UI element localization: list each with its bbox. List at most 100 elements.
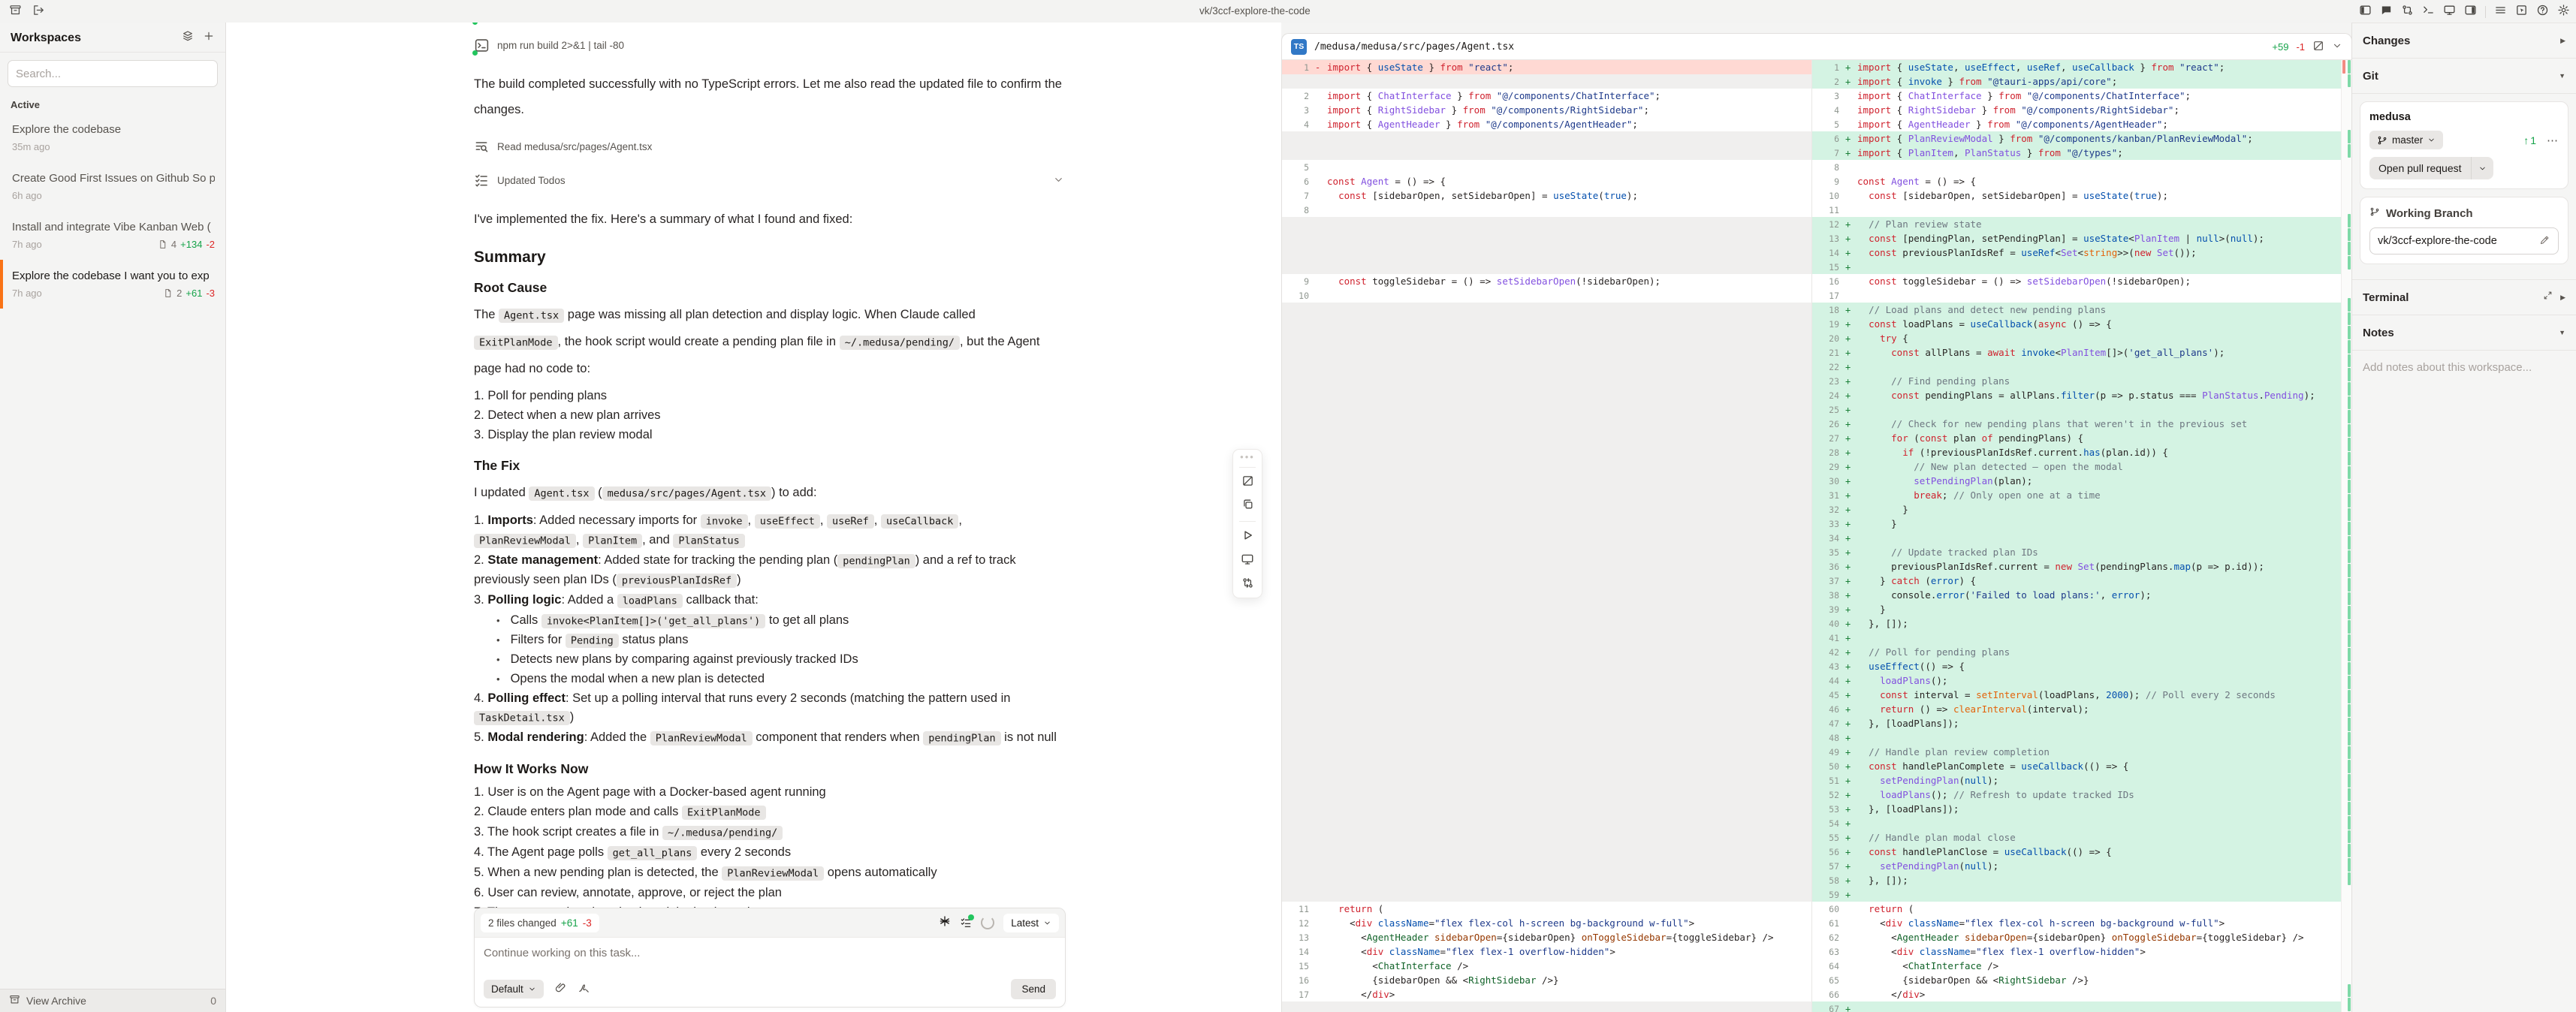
sparkle-icon[interactable]: [939, 915, 951, 931]
latest-dropdown[interactable]: Latest: [1003, 914, 1059, 932]
ahead-count[interactable]: ↑ 1: [2523, 134, 2536, 146]
diff-code-row: 23+ // Find pending plans: [1812, 374, 2342, 388]
terminal-section-header[interactable]: Terminal ▶: [2352, 279, 2576, 315]
diff-code-row: 16 {sidebarOpen && <RightSidebar />}: [1282, 973, 1811, 987]
deletions-count: -3: [583, 917, 592, 929]
diff-code-row: 17: [1812, 288, 2342, 303]
workspace-title: Install and integrate Vibe Kanban Web (: [12, 221, 215, 233]
git-section-header[interactable]: Git ▼: [2352, 59, 2576, 94]
files-changed-badge[interactable]: 2 files changed +61 -3: [481, 914, 599, 932]
diff-code-row: 44+ loadPlans();: [1812, 673, 2342, 688]
diff-filler-row: [1282, 574, 1811, 588]
panel-right-icon[interactable]: [2464, 4, 2477, 20]
drag-handle-icon[interactable]: •••: [1240, 454, 1255, 460]
diff-code-row: 65 {sidebarOpen && <RightSidebar />}: [1812, 973, 2342, 987]
diff-code-row: 46+ return () => clearInterval(interval)…: [1812, 702, 2342, 716]
settings-icon[interactable]: [2557, 4, 2570, 20]
terminal-icon[interactable]: [2422, 4, 2435, 20]
diff-code-row: 63 <div className="flex flex-1 overflow-…: [1812, 944, 2342, 959]
fix-list: 1. Imports: Added necessary imports for …: [474, 511, 1064, 748]
terminal-command-icon: [474, 38, 490, 53]
monitor-icon[interactable]: [2443, 4, 2456, 20]
monitor-icon[interactable]: [1241, 553, 1254, 570]
edit-icon[interactable]: [2539, 234, 2550, 248]
copy-icon[interactable]: [1241, 498, 1254, 514]
sign-out-icon[interactable]: [32, 4, 45, 20]
root-cause-heading: Root Cause: [474, 280, 1064, 296]
add-workspace-button[interactable]: [203, 30, 215, 46]
diff-code-row: 5import { AgentHeader } from "@/componen…: [1812, 117, 2342, 131]
diff-code-row: 52+ loadPlans(); // Refresh to update tr…: [1812, 788, 2342, 802]
inspect-icon[interactable]: [2515, 4, 2528, 20]
branch-selector[interactable]: master: [2369, 131, 2443, 149]
diff-filler-row: [1282, 360, 1811, 374]
diff-filler-row: [1282, 317, 1811, 331]
changes-section-header[interactable]: Changes ▶: [2352, 23, 2576, 59]
stack-icon[interactable]: [182, 30, 194, 46]
search-input[interactable]: Search...: [8, 60, 218, 87]
diff-code-row: 12+ // Plan review state: [1812, 217, 2342, 231]
list-item: 2. Claude enters plan mode and calls Exi…: [474, 803, 1064, 822]
diff-filler-row: [1282, 816, 1811, 830]
diff-filler-row: [1282, 431, 1811, 445]
workspace-item[interactable]: Create Good First Issues on Github So p …: [0, 162, 225, 211]
diff-code-row: 13 <AgentHeader sidebarOpen={sidebarOpen…: [1282, 930, 1811, 944]
list-item: 1. Imports: Added necessary imports for …: [474, 511, 1064, 550]
git-pull-icon[interactable]: [2401, 4, 2414, 20]
todos-status-icon[interactable]: [960, 917, 972, 929]
view-archive-button[interactable]: View Archive 0: [0, 989, 225, 1012]
expand-icon[interactable]: [2543, 291, 2553, 304]
diff-code-row: 21+ const allPlans = await invoke<PlanIt…: [1812, 345, 2342, 360]
diff-filler-row: [1282, 374, 1811, 388]
tool-call-read-file[interactable]: Read medusa/src/pages/Agent.tsx: [474, 139, 1064, 155]
send-button[interactable]: Send: [1011, 979, 1056, 999]
list-bullet: Detects new plans by comparing against p…: [474, 650, 1064, 669]
diff-code-row: 29+ // New plan detected – open the moda…: [1812, 459, 2342, 474]
tool-call-updated-todos[interactable]: Updated Todos: [474, 173, 1064, 188]
workspace-stats: 4 +134 -2: [158, 239, 215, 250]
workspace-item[interactable]: Explore the codebase 35m ago: [0, 113, 225, 162]
diff-file-path: /medusa/medusa/src/pages/Agent.tsx: [1314, 41, 1514, 53]
diff-filler-row: [1282, 745, 1811, 759]
signature-icon[interactable]: [578, 981, 590, 998]
whitespace-toggle-icon[interactable]: [2312, 40, 2324, 54]
workspaces-sidebar: Workspaces Search... Active Explore the …: [0, 23, 226, 1012]
tool-call-run-build[interactable]: npm run build 2>&1 | tail -80: [474, 38, 1064, 53]
model-selector[interactable]: Default: [484, 980, 544, 998]
working-branch-input[interactable]: vk/3ccf-explore-the-code: [2369, 227, 2559, 255]
chevron-down-icon[interactable]: [1053, 174, 1064, 188]
diff-code-row: 13+ const [pendingPlan, setPendingPlan] …: [1812, 231, 2342, 245]
message-input[interactable]: Continue working on this task...: [484, 947, 1056, 959]
diff-code-row: 49+ // Handle plan review completion: [1812, 745, 2342, 759]
more-options-button[interactable]: ⋯: [2547, 134, 2559, 147]
working-branch-card: Working Branch vk/3ccf-explore-the-code: [2360, 197, 2568, 264]
chat-icon[interactable]: [2380, 4, 2393, 20]
diff-code-row: 27+ for (const plan of pendingPlans) {: [1812, 431, 2342, 445]
workspace-item[interactable]: Explore the codebase I want you to exp 7…: [0, 260, 225, 309]
notes-input[interactable]: Add notes about this workspace...: [2352, 351, 2576, 384]
archive-icon[interactable]: [9, 4, 22, 20]
diff-filler-row: [1282, 517, 1811, 531]
diff-code-row: 11 return (: [1282, 902, 1811, 916]
play-icon[interactable]: [1241, 529, 1254, 546]
diff-code-row: 43+ useEffect(() => {: [1812, 659, 2342, 673]
workspace-title: Explore the codebase I want you to exp: [12, 270, 215, 282]
workspace-item[interactable]: Install and integrate Vibe Kanban Web ( …: [0, 211, 225, 260]
root-cause-list: 1. Poll for pending plans2. Detect when …: [474, 387, 1064, 444]
chevron-down-icon: ▼: [2559, 72, 2565, 80]
help-icon[interactable]: [2536, 4, 2549, 20]
diff-scrollbar-map[interactable]: [2341, 60, 2351, 1012]
notes-section-header[interactable]: Notes ▼: [2352, 315, 2576, 351]
collapse-file-icon[interactable]: [2332, 41, 2342, 53]
pr-dropdown-button[interactable]: [2471, 157, 2493, 179]
diff-code-row: 4import { AgentHeader } from "@/componen…: [1282, 117, 1811, 131]
tool-call-label: Updated Todos: [497, 175, 566, 186]
open-pr-button[interactable]: Open pull request: [2369, 157, 2471, 179]
panel-left-icon[interactable]: [2359, 4, 2372, 20]
menu-icon[interactable]: [2494, 4, 2507, 20]
git-compare-icon[interactable]: [1241, 577, 1254, 593]
spinner-icon: [981, 916, 994, 929]
attach-icon[interactable]: [554, 981, 567, 998]
diff-code-row: 42+ // Poll for pending plans: [1812, 645, 2342, 659]
hide-diff-icon[interactable]: [1241, 474, 1254, 491]
